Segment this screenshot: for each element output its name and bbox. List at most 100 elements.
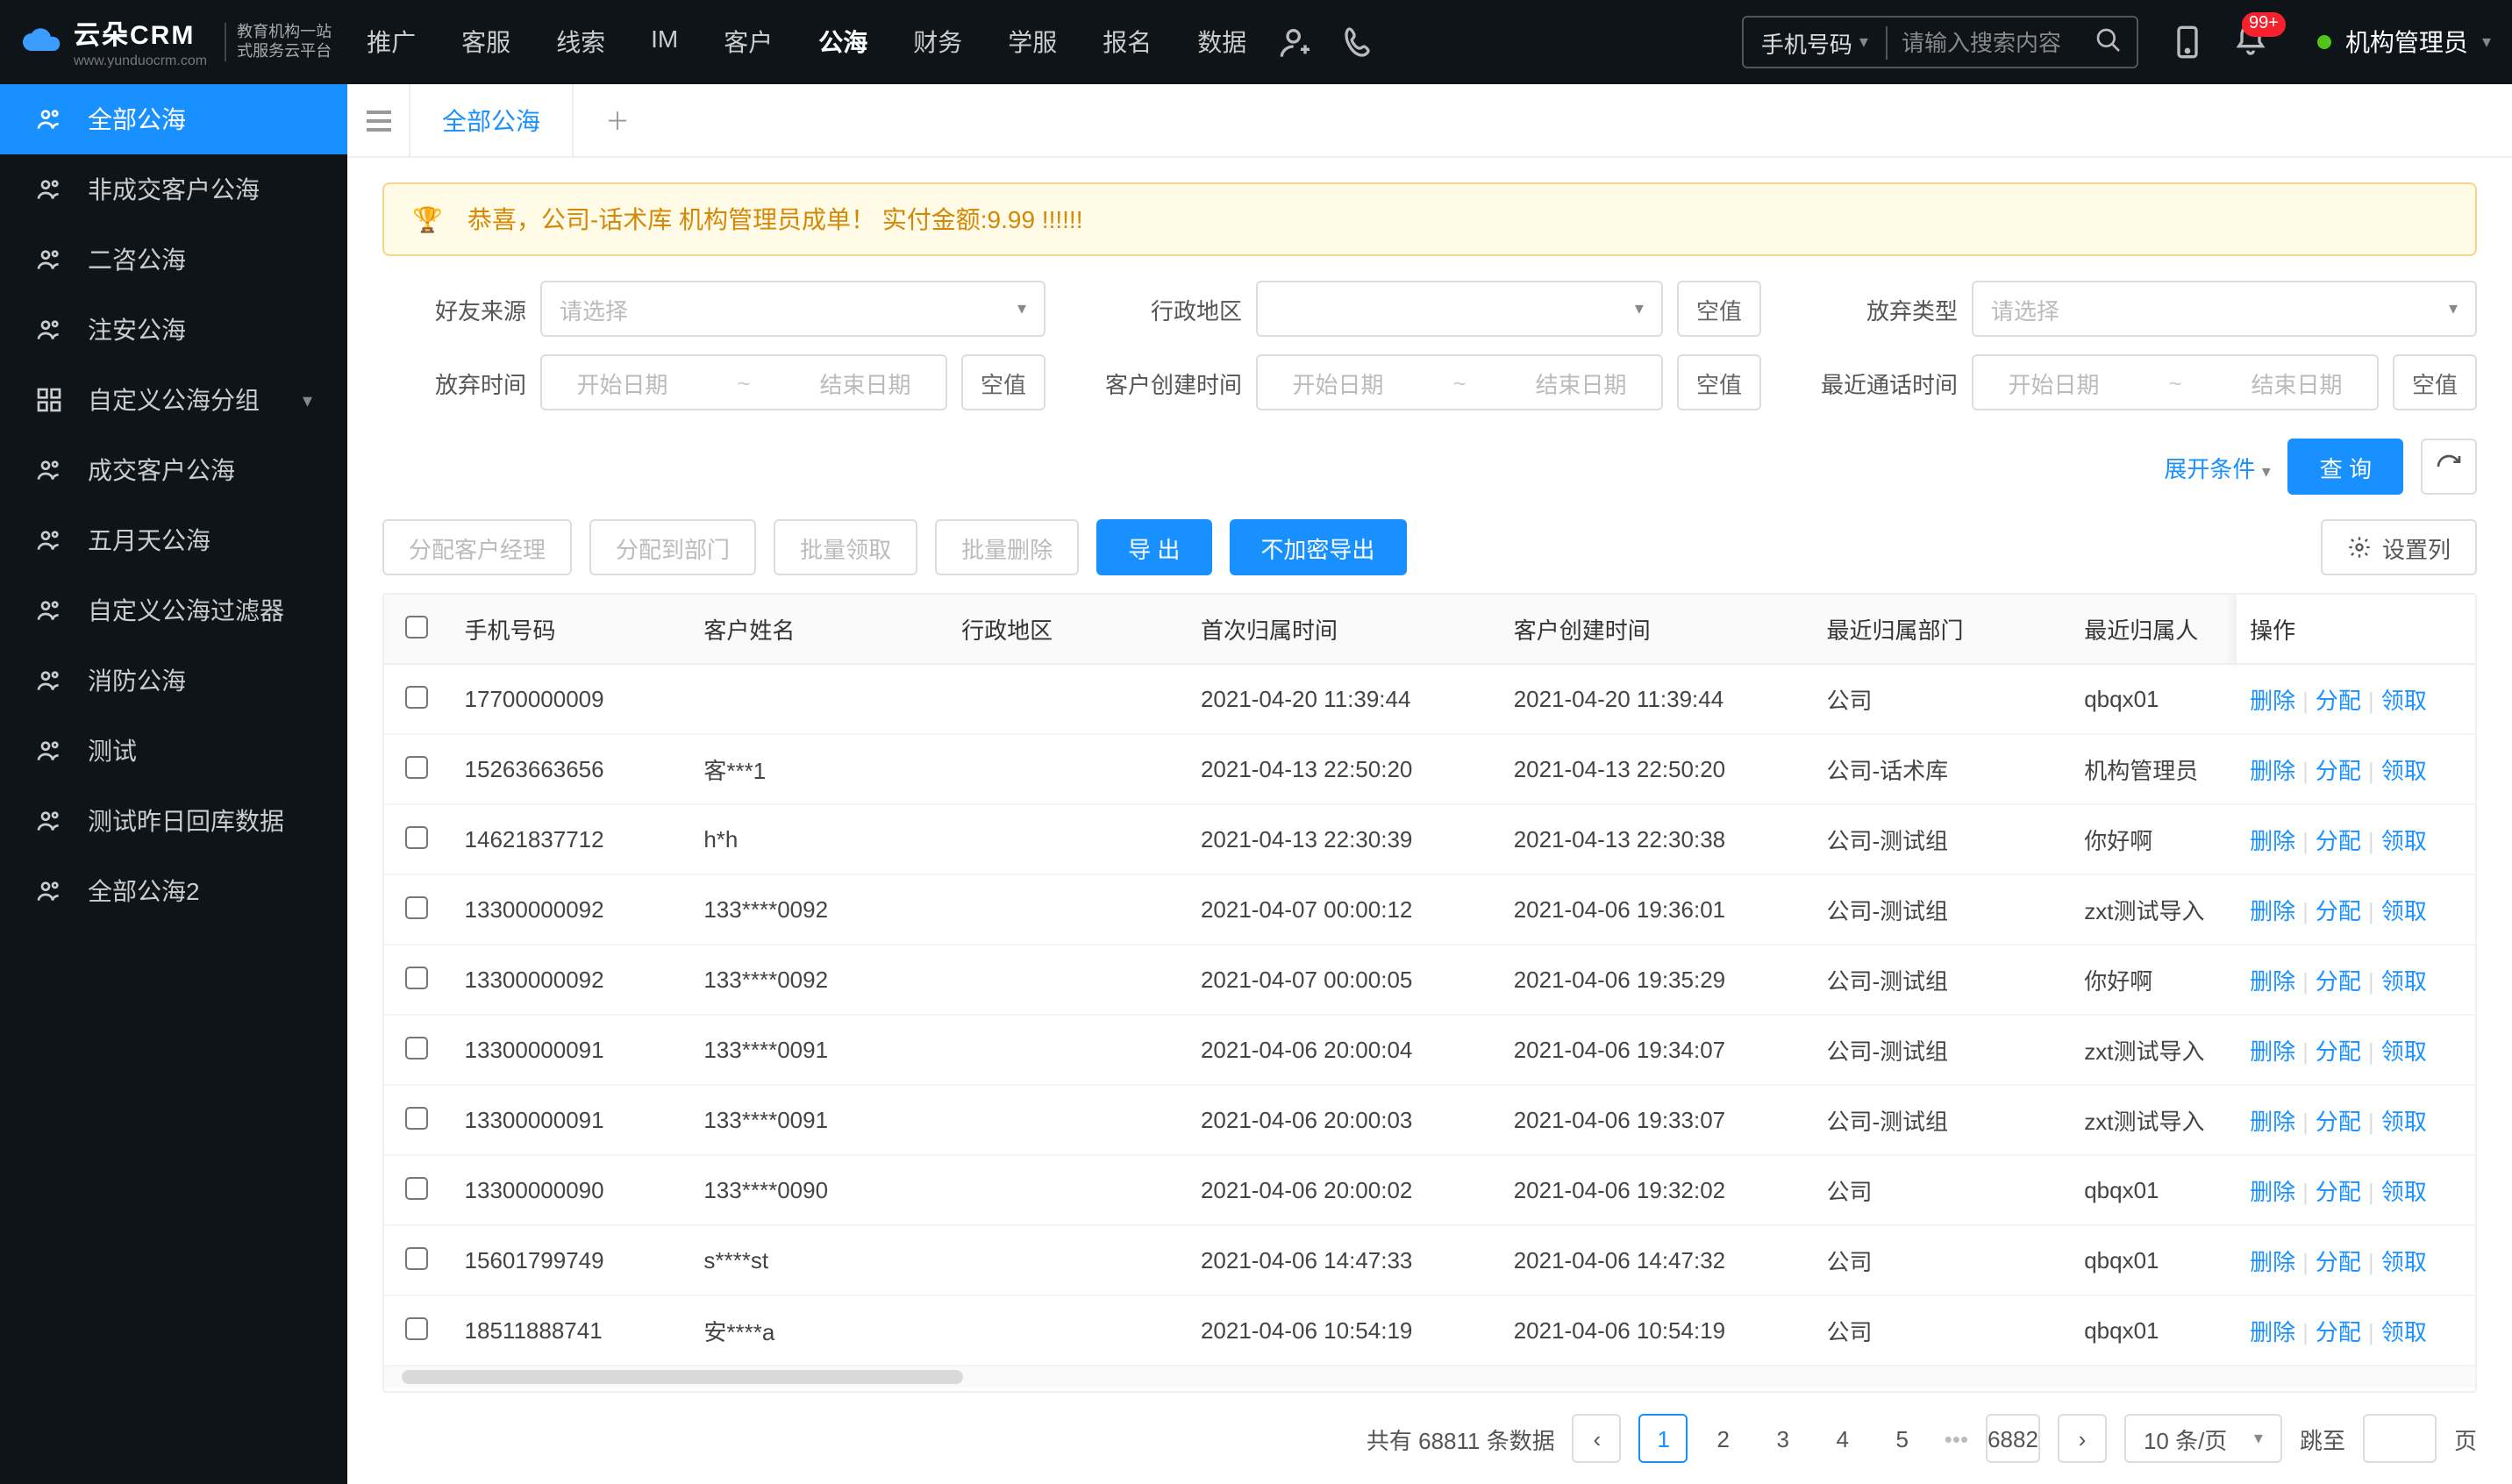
op-delete[interactable]: 删除 [2250, 828, 2295, 854]
create-time-range[interactable]: 开始日期~结束日期 [1256, 354, 1663, 410]
row-checkbox[interactable] [406, 1106, 429, 1129]
abandon-type-select[interactable]: 请选择▾ [1972, 281, 2477, 337]
op-claim[interactable]: 领取 [2381, 1249, 2427, 1275]
row-checkbox[interactable] [406, 966, 429, 988]
op-assign[interactable]: 分配 [2316, 1179, 2361, 1205]
op-assign[interactable]: 分配 [2316, 1109, 2361, 1135]
tab-add[interactable]: ＋ [574, 103, 661, 138]
add-user-icon[interactable] [1278, 25, 1313, 60]
sidebar-item[interactable]: 成交客户公海 [0, 435, 347, 505]
phone-icon[interactable] [1341, 25, 1376, 60]
nav-item[interactable]: 数据 [1197, 4, 1246, 81]
sidebar-item[interactable]: 自定义公海过滤器 [0, 575, 347, 646]
sidebar-item[interactable]: 非成交客户公海 [0, 154, 347, 225]
op-delete[interactable]: 删除 [2250, 1249, 2295, 1275]
row-checkbox[interactable] [406, 895, 429, 918]
user-menu[interactable]: 机构管理员 ▾ [2317, 25, 2491, 60]
sidebar-item[interactable]: 五月天公海 [0, 505, 347, 575]
op-claim[interactable]: 领取 [2381, 1109, 2427, 1135]
mobile-icon[interactable] [2170, 25, 2205, 60]
nav-item[interactable]: 线索 [556, 4, 605, 81]
page-number[interactable]: 2 [1699, 1414, 1748, 1463]
page-prev[interactable]: ‹ [1573, 1414, 1622, 1463]
op-assign[interactable]: 分配 [2316, 898, 2361, 924]
nav-item[interactable]: 推广 [367, 4, 416, 81]
export-plain-button[interactable]: 不加密导出 [1229, 519, 1406, 575]
row-checkbox[interactable] [406, 1036, 429, 1059]
nav-item[interactable]: 客服 [461, 4, 510, 81]
op-claim[interactable]: 领取 [2381, 1319, 2427, 1345]
refresh-button[interactable] [2421, 439, 2477, 495]
tab-all-public[interactable]: 全部公海 [410, 84, 574, 156]
sidebar-item[interactable]: 全部公海 [0, 84, 347, 154]
op-assign[interactable]: 分配 [2316, 1249, 2361, 1275]
tab-list-toggle[interactable] [347, 84, 410, 156]
assign-dept-button[interactable]: 分配到部门 [589, 519, 756, 575]
sidebar-item[interactable]: 测试昨日回库数据 [0, 786, 347, 856]
sidebar-item[interactable]: 自定义公海分组▾ [0, 365, 347, 435]
op-delete[interactable]: 删除 [2250, 968, 2295, 995]
page-number[interactable]: 1 [1639, 1414, 1688, 1463]
notifications[interactable]: 99+ [2233, 22, 2268, 62]
op-delete[interactable]: 删除 [2250, 1179, 2295, 1205]
abandon-time-null-button[interactable]: 空值 [961, 354, 1045, 410]
op-assign[interactable]: 分配 [2316, 828, 2361, 854]
sidebar-item[interactable]: 测试 [0, 716, 347, 786]
horizontal-scrollbar[interactable] [384, 1366, 2475, 1388]
sidebar-item[interactable]: 注安公海 [0, 295, 347, 365]
row-checkbox[interactable] [406, 825, 429, 848]
row-checkbox[interactable] [406, 1316, 429, 1339]
page-number[interactable]: 4 [1818, 1414, 1867, 1463]
op-delete[interactable]: 删除 [2250, 1109, 2295, 1135]
last-call-range[interactable]: 开始日期~结束日期 [1972, 354, 2379, 410]
op-delete[interactable]: 删除 [2250, 1319, 2295, 1345]
row-checkbox[interactable] [406, 1246, 429, 1269]
sidebar-item[interactable]: 消防公海 [0, 646, 347, 716]
page-last[interactable]: 6882 [1986, 1414, 2040, 1463]
nav-item[interactable]: 报名 [1103, 4, 1152, 81]
columns-button[interactable]: 设置列 [2321, 519, 2477, 575]
op-delete[interactable]: 删除 [2250, 688, 2295, 714]
op-delete[interactable]: 删除 [2250, 898, 2295, 924]
nav-item[interactable]: 学服 [1008, 4, 1057, 81]
op-assign[interactable]: 分配 [2316, 1319, 2361, 1345]
create-time-null-button[interactable]: 空值 [1677, 354, 1761, 410]
search-input[interactable] [1888, 29, 2080, 55]
sidebar-item[interactable]: 全部公海2 [0, 856, 347, 926]
export-button[interactable]: 导 出 [1096, 519, 1211, 575]
nav-item[interactable]: 公海 [818, 4, 867, 81]
op-assign[interactable]: 分配 [2316, 688, 2361, 714]
nav-item[interactable]: IM [651, 4, 678, 81]
op-assign[interactable]: 分配 [2316, 758, 2361, 784]
op-claim[interactable]: 领取 [2381, 828, 2427, 854]
search-type-select[interactable]: 手机号码▾ [1744, 25, 1888, 59]
op-assign[interactable]: 分配 [2316, 968, 2361, 995]
search-button[interactable] [2080, 25, 2137, 59]
batch-delete-button[interactable]: 批量删除 [935, 519, 1079, 575]
admin-area-select[interactable]: ▾ [1256, 281, 1663, 337]
logo[interactable]: 云朵CRM www.yunduocrm.com 教育机构一站式服务云平台 [21, 16, 332, 68]
batch-claim-button[interactable]: 批量领取 [774, 519, 917, 575]
nav-item[interactable]: 客户 [724, 4, 773, 81]
page-next[interactable]: › [2058, 1414, 2107, 1463]
op-assign[interactable]: 分配 [2316, 1038, 2361, 1065]
friend-source-select[interactable]: 请选择▾ [540, 281, 1045, 337]
op-claim[interactable]: 领取 [2381, 1038, 2427, 1065]
op-delete[interactable]: 删除 [2250, 1038, 2295, 1065]
nav-item[interactable]: 财务 [913, 4, 962, 81]
row-checkbox[interactable] [406, 685, 429, 708]
op-claim[interactable]: 领取 [2381, 898, 2427, 924]
op-claim[interactable]: 领取 [2381, 688, 2427, 714]
row-checkbox[interactable] [406, 755, 429, 778]
row-checkbox[interactable] [406, 1176, 429, 1199]
page-number[interactable]: 5 [1878, 1414, 1927, 1463]
query-button[interactable]: 查 询 [2288, 439, 2403, 495]
op-claim[interactable]: 领取 [2381, 1179, 2427, 1205]
sidebar-item[interactable]: 二咨公海 [0, 225, 347, 295]
jump-input[interactable] [2363, 1414, 2437, 1463]
page-size-select[interactable]: 10 条/页▾ [2124, 1414, 2282, 1463]
op-claim[interactable]: 领取 [2381, 968, 2427, 995]
admin-area-null-button[interactable]: 空值 [1677, 281, 1761, 337]
op-delete[interactable]: 删除 [2250, 758, 2295, 784]
assign-manager-button[interactable]: 分配客户经理 [382, 519, 572, 575]
